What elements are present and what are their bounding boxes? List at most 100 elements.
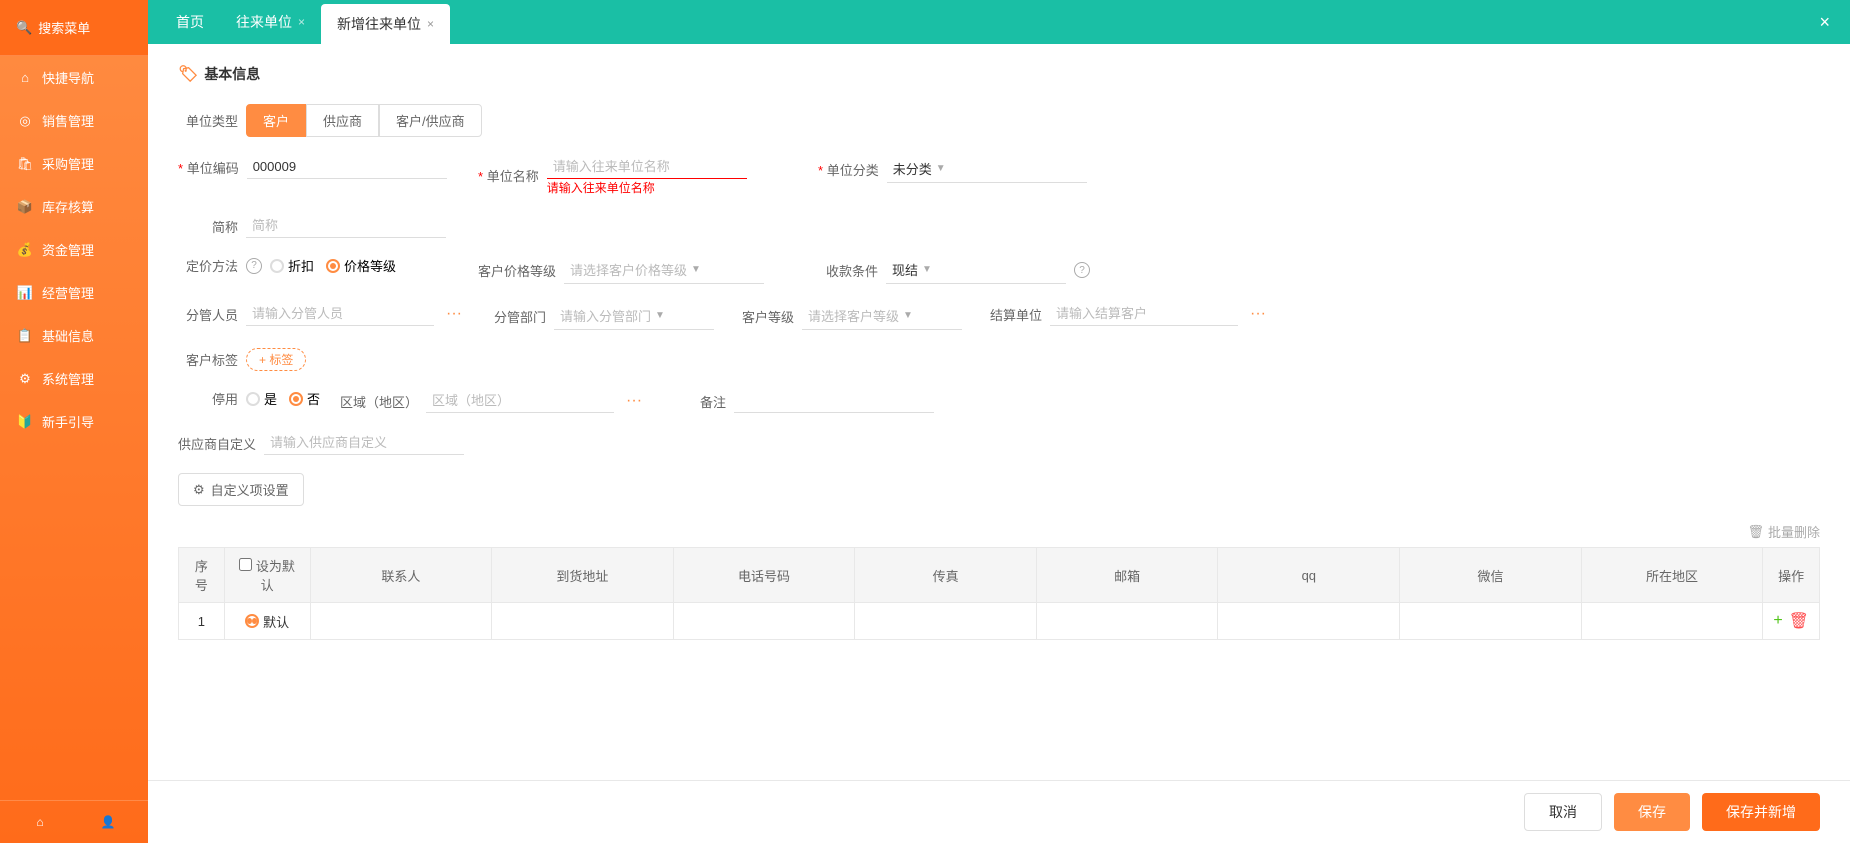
payment-terms-label: 收款条件 (818, 261, 878, 280)
sidebar-item-basic-info[interactable]: 📋基础信息 (0, 314, 148, 357)
tab-new-partner[interactable]: 新增往来单位 × (321, 4, 450, 44)
batch-delete-btn[interactable]: 🗑 批量删除 (1747, 522, 1820, 541)
customer-price-placeholder: 请选择客户价格等级 (570, 260, 687, 279)
tab-label-new-partner: 新增往来单位 (337, 14, 421, 34)
table-col-联系人: 联系人 (310, 548, 492, 603)
add-tag-btn[interactable]: + 标签 (246, 348, 306, 371)
section-basic-info: 🏷 基本信息 (178, 64, 1820, 84)
table-actions: 🗑 批量删除 (178, 522, 1820, 541)
tabbar-close-btn[interactable]: × (1811, 12, 1838, 33)
sidebar-bottom: ⌂ 👤 (0, 800, 148, 843)
sidebar-item-finance[interactable]: 💰资金管理 (0, 228, 148, 271)
table-col-qq: qq (1218, 548, 1400, 603)
customer-tag-field: 客户标签 + 标签 (178, 348, 306, 371)
unit-type-btn-group: 客户 供应商 客户/供应商 (246, 104, 482, 137)
remark-input[interactable] (734, 389, 934, 413)
pricing-help-icon[interactable]: ? (246, 258, 262, 274)
select-all-checkbox[interactable] (239, 558, 252, 571)
phone-input[interactable] (684, 614, 845, 629)
row-add-btn[interactable]: + (1773, 612, 1782, 630)
supplier-custom-input[interactable] (264, 431, 464, 455)
qq-input[interactable] (1228, 614, 1389, 629)
email-input[interactable] (1047, 614, 1208, 629)
manager-input[interactable] (246, 302, 434, 326)
sidebar-item-guide[interactable]: 🔰新手引导 (0, 400, 148, 443)
customer-level-label: 客户等级 (734, 307, 794, 326)
content-area: 🏷 基本信息 单位类型 客户 供应商 客户/供应商 * 单位编码 (148, 44, 1850, 780)
unit-name-input[interactable] (547, 155, 747, 179)
region-input[interactable] (426, 389, 614, 413)
unit-type-both-btn[interactable]: 客户/供应商 (379, 104, 482, 137)
unit-code-input[interactable] (247, 155, 447, 179)
unit-type-supplier-btn[interactable]: 供应商 (306, 104, 379, 137)
pricing-radio-discount[interactable]: 折扣 (270, 256, 314, 275)
system-label: 系统管理 (42, 369, 94, 388)
table-col-微信: 微信 (1400, 548, 1582, 603)
sidebar-item-purchase[interactable]: 🛍采购管理 (0, 142, 148, 185)
settlement-input[interactable] (1050, 302, 1238, 326)
table-col-电话号码: 电话号码 (673, 548, 855, 603)
customer-level-placeholder: 请选择客户等级 (808, 306, 899, 325)
dept-select[interactable]: 请输入分管部门 ▼ (554, 302, 714, 330)
region-more-btn[interactable]: ··· (622, 392, 646, 410)
short-name-input[interactable] (246, 214, 446, 238)
sidebar-item-sales[interactable]: ◎销售管理 (0, 99, 148, 142)
customer-price-chevron-icon: ▼ (691, 264, 701, 275)
disabled-label: 停用 (178, 389, 238, 408)
sidebar-item-inventory[interactable]: 📦库存核算 (0, 185, 148, 228)
row-wechat (1400, 603, 1582, 640)
disabled-no-radio[interactable]: 否 (289, 389, 320, 408)
row-qq (1218, 603, 1400, 640)
row-default-radio[interactable] (245, 614, 259, 628)
cancel-button[interactable]: 取消 (1524, 793, 1602, 831)
customer-tag-label: 客户标签 (178, 350, 238, 369)
contact-input[interactable] (321, 614, 482, 629)
custom-settings-btn[interactable]: ⚙ 自定义项设置 (178, 473, 304, 506)
dept-placeholder: 请输入分管部门 (560, 306, 651, 325)
tab-close-new-partner[interactable]: × (427, 17, 434, 31)
address-input[interactable] (502, 614, 663, 629)
sidebar-user-btn[interactable]: 👤 (76, 809, 140, 835)
disabled-yes-radio[interactable]: 是 (246, 389, 277, 408)
unit-name-label: * 单位名称 (478, 166, 539, 185)
customer-price-select[interactable]: 请选择客户价格等级 ▼ (564, 256, 764, 284)
sidebar-home-btn[interactable]: ⌂ (8, 809, 72, 835)
customer-price-field: 客户价格等级 请选择客户价格等级 ▼ (478, 256, 798, 284)
pricing-method-field: 定价方法 ? 折扣 价格等级 (178, 256, 458, 275)
unit-category-select[interactable]: 未分类 ▼ (887, 155, 1087, 183)
tab-close-partner-list[interactable]: × (298, 15, 305, 29)
row-region-input[interactable] (1592, 614, 1753, 629)
row-fax (855, 603, 1037, 640)
wechat-input[interactable] (1410, 614, 1571, 629)
settlement-more-btn[interactable]: ··· (1246, 305, 1270, 323)
customer-level-select[interactable]: 请选择客户等级 ▼ (802, 302, 962, 330)
tab-home[interactable]: 首页 (160, 0, 220, 44)
table-col-传真: 传真 (855, 548, 1037, 603)
table-col-操作: 操作 (1763, 548, 1820, 603)
save-new-button[interactable]: 保存并新增 (1702, 793, 1820, 831)
pricing-radio-price-level[interactable]: 价格等级 (326, 256, 396, 275)
save-button[interactable]: 保存 (1614, 793, 1690, 831)
disabled-radio-group: 是 否 (246, 389, 320, 408)
unit-type-row: 单位类型 客户 供应商 客户/供应商 (178, 104, 1820, 137)
unit-type-customer-btn[interactable]: 客户 (246, 104, 306, 137)
row-del-btn[interactable]: 🗑 (1789, 611, 1809, 631)
row-default: 默认 (224, 603, 310, 640)
sidebar-search[interactable]: 🔍 搜索菜单 (0, 10, 148, 45)
manager-more-btn[interactable]: ··· (442, 305, 466, 323)
payment-terms-help-icon[interactable]: ? (1074, 262, 1090, 278)
sidebar-item-system[interactable]: ⚙系统管理 (0, 357, 148, 400)
sidebar-item-quick-nav[interactable]: ⌂快捷导航 (0, 56, 148, 99)
payment-terms-select[interactable]: 现结 ▼ (886, 256, 1066, 284)
supplier-custom-field: 供应商自定义 (178, 431, 464, 455)
dept-label: 分管部门 (486, 307, 546, 326)
fax-input[interactable] (865, 614, 1026, 629)
sidebar-item-operations[interactable]: 📊经营管理 (0, 271, 148, 314)
row-seq: 1 (179, 603, 225, 640)
short-name-field: 简称 (178, 214, 446, 238)
unit-category-chevron-icon: ▼ (936, 163, 946, 174)
short-name-label: 简称 (178, 217, 238, 236)
row-phone (673, 603, 855, 640)
tab-partner-list[interactable]: 往来单位× (220, 0, 321, 44)
supplier-custom-row: 供应商自定义 (178, 431, 1820, 455)
